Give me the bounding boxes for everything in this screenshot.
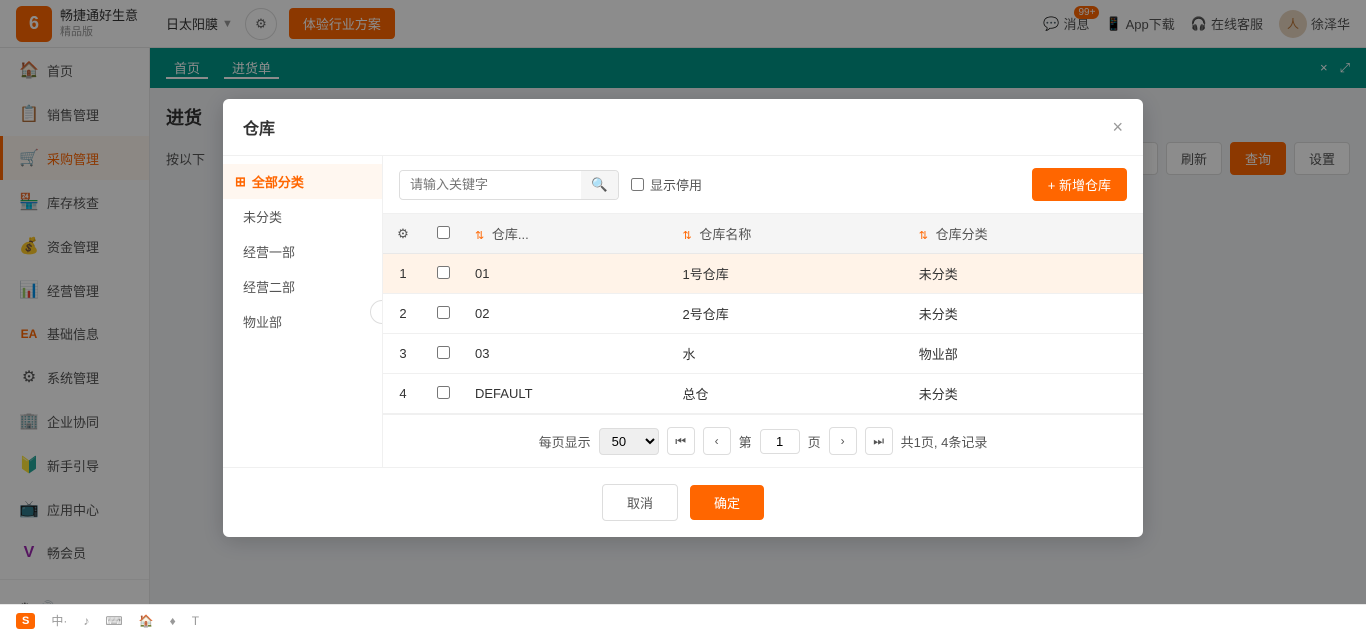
warehouse-modal: 仓库 × ⊞ 全部分类 未分类 经营一部 经营二部 物业部 《 xyxy=(223,99,1143,537)
row-code: DEFAULT xyxy=(463,374,671,414)
prev-page-button[interactable]: ‹ xyxy=(703,427,731,455)
last-page-button[interactable]: ⏭ xyxy=(865,427,893,455)
category-item-uncat[interactable]: 未分类 xyxy=(223,199,382,234)
search-input[interactable] xyxy=(400,171,581,198)
category-item-property[interactable]: 物业部 xyxy=(223,304,382,339)
table-row[interactable]: 1 01 1号仓库 未分类 xyxy=(383,254,1143,294)
row-checkbox[interactable] xyxy=(423,334,463,374)
page-suffix: 页 xyxy=(808,432,821,451)
col-category[interactable]: ⇅ 仓库分类 xyxy=(907,214,1143,254)
row-name: 2号仓库 xyxy=(671,294,907,334)
last-page-icon: ⏭ xyxy=(873,434,884,449)
show-disabled-label: 显示停用 xyxy=(650,175,702,194)
col-checkbox xyxy=(423,214,463,254)
category-item-ops2[interactable]: 经营二部 xyxy=(223,269,382,304)
row-checkbox[interactable] xyxy=(423,294,463,334)
show-disabled-checkbox[interactable] xyxy=(631,178,644,191)
col-settings: ⚙ xyxy=(383,214,423,254)
status-icon-3: ⌨ xyxy=(105,614,122,628)
status-icon-2: ♪ xyxy=(83,614,89,628)
first-page-button[interactable]: ⏮ xyxy=(667,427,695,455)
warehouse-table: ⚙ ⇅ 仓库... ⇅ xyxy=(383,214,1143,414)
row-name: 水 xyxy=(671,334,907,374)
table-header: ⚙ ⇅ 仓库... ⇅ xyxy=(383,214,1143,254)
category-all-icon: ⊞ xyxy=(235,174,246,190)
first-page-icon: ⏮ xyxy=(675,434,686,449)
modal-close-button[interactable]: × xyxy=(1112,118,1123,136)
sort-icon-category: ⇅ xyxy=(919,230,928,242)
col-name[interactable]: ⇅ 仓库名称 xyxy=(671,214,907,254)
table-body: 1 01 1号仓库 未分类 2 02 2号仓库 xyxy=(383,254,1143,414)
row-category: 物业部 xyxy=(907,334,1143,374)
row-num: 3 xyxy=(383,334,423,374)
page-number-input[interactable] xyxy=(760,429,800,454)
search-button[interactable]: 🔍 xyxy=(581,171,618,199)
row-checkbox[interactable] xyxy=(423,374,463,414)
warehouse-toolbar: 🔍 显示停用 + 新增仓库 xyxy=(383,156,1143,214)
modal-overlay: 仓库 × ⊞ 全部分类 未分类 经营一部 经营二部 物业部 《 xyxy=(0,0,1366,636)
table-row[interactable]: 2 02 2号仓库 未分类 xyxy=(383,294,1143,334)
search-box: 🔍 xyxy=(399,170,619,200)
warehouse-table-container: ⚙ ⇅ 仓库... ⇅ xyxy=(383,214,1143,414)
row-num: 1 xyxy=(383,254,423,294)
sort-icon-name: ⇅ xyxy=(683,230,692,242)
table-row[interactable]: 3 03 水 物业部 xyxy=(383,334,1143,374)
status-icon-4: 🏠 xyxy=(139,614,154,628)
add-warehouse-button[interactable]: + 新增仓库 xyxy=(1032,168,1127,201)
row-num: 4 xyxy=(383,374,423,414)
category-item-ops1[interactable]: 经营一部 xyxy=(223,234,382,269)
row-category: 未分类 xyxy=(907,254,1143,294)
show-disabled-checkbox-label[interactable]: 显示停用 xyxy=(631,175,702,194)
row-category: 未分类 xyxy=(907,294,1143,334)
modal-title: 仓库 xyxy=(243,115,275,139)
per-page-label: 每页显示 xyxy=(539,432,591,451)
cancel-button[interactable]: 取消 xyxy=(602,484,678,521)
row-num: 2 xyxy=(383,294,423,334)
status-logo: S xyxy=(16,613,35,629)
next-page-button[interactable]: › xyxy=(829,427,857,455)
modal-header: 仓库 × xyxy=(223,99,1143,156)
status-icon-1: 中· xyxy=(51,612,67,629)
table-row[interactable]: 4 DEFAULT 总仓 未分类 xyxy=(383,374,1143,414)
select-all-checkbox[interactable] xyxy=(437,226,450,239)
pagination: 每页显示 50 10 20 100 ⏮ ‹ 第 页 xyxy=(383,414,1143,467)
settings-col-icon: ⚙ xyxy=(397,226,409,241)
row-code: 02 xyxy=(463,294,671,334)
status-icon-6: T xyxy=(192,614,199,628)
status-icon-5: ♦ xyxy=(170,614,176,628)
row-code: 01 xyxy=(463,254,671,294)
prev-page-icon: ‹ xyxy=(715,434,719,448)
status-bar: S 中· ♪ ⌨ 🏠 ♦ T xyxy=(0,604,1366,636)
col-code[interactable]: ⇅ 仓库... xyxy=(463,214,671,254)
confirm-button[interactable]: 确定 xyxy=(690,485,764,520)
row-code: 03 xyxy=(463,334,671,374)
total-info: 共1页, 4条记录 xyxy=(901,432,988,451)
sort-icon-code: ⇅ xyxy=(475,230,484,242)
modal-body: ⊞ 全部分类 未分类 经营一部 经营二部 物业部 《 🔍 xyxy=(223,156,1143,467)
category-panel: ⊞ 全部分类 未分类 经营一部 经营二部 物业部 《 xyxy=(223,156,383,467)
next-page-icon: › xyxy=(841,434,845,448)
page-label: 第 xyxy=(739,432,752,451)
warehouse-content: 🔍 显示停用 + 新增仓库 ⚙ xyxy=(383,156,1143,467)
modal-footer: 取消 确定 xyxy=(223,467,1143,537)
row-name: 总仓 xyxy=(671,374,907,414)
row-checkbox[interactable] xyxy=(423,254,463,294)
row-category: 未分类 xyxy=(907,374,1143,414)
category-all[interactable]: ⊞ 全部分类 xyxy=(223,164,382,199)
per-page-select[interactable]: 50 10 20 100 xyxy=(599,428,659,455)
category-all-label: 全部分类 xyxy=(252,172,304,191)
row-name: 1号仓库 xyxy=(671,254,907,294)
